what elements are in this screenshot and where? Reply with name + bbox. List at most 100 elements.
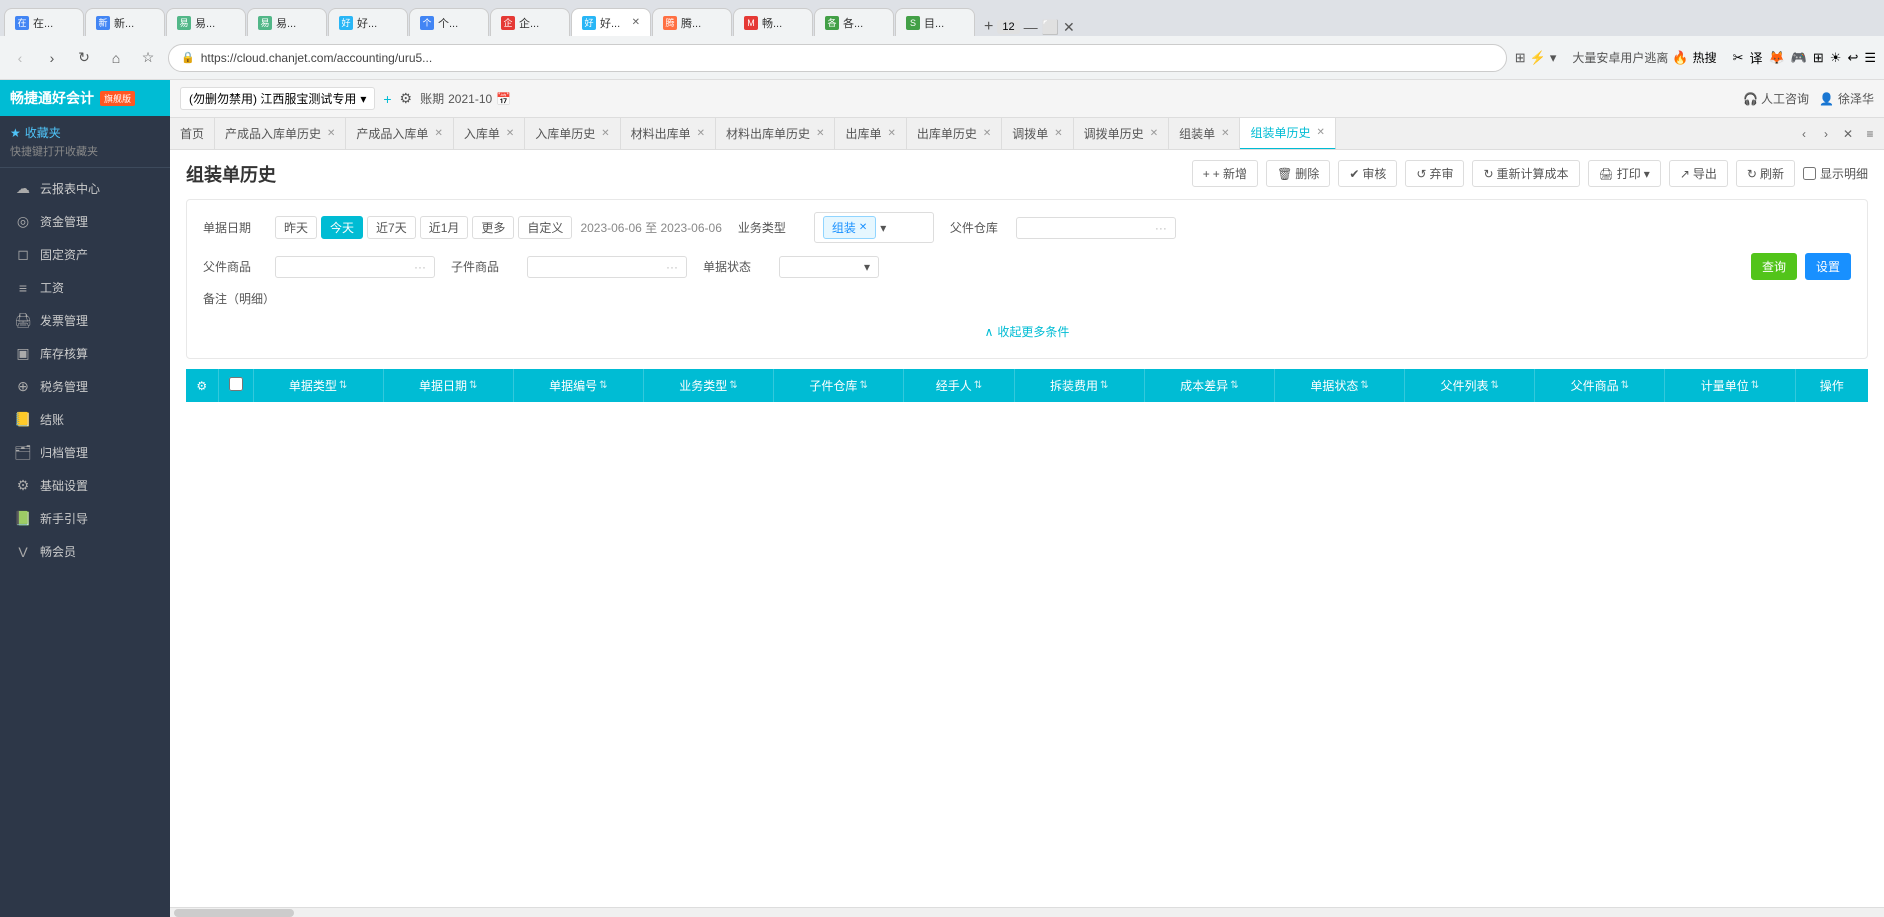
scroll-thumb[interactable] bbox=[174, 909, 294, 917]
add-btn[interactable]: + + 新增 bbox=[1192, 160, 1258, 187]
page-tab-material-out[interactable]: 材料出库单 ✕ bbox=[621, 118, 716, 150]
sidebar-item-archive[interactable]: 🗂 归档管理 bbox=[0, 436, 170, 469]
bookmark-btn[interactable]: ☆ bbox=[136, 46, 160, 70]
home-btn[interactable]: ⌂ bbox=[104, 46, 128, 70]
browser-tab-t6[interactable]: 个 个... bbox=[409, 8, 489, 36]
sidebar-item-settings[interactable]: ⚙ 基础设置 bbox=[0, 469, 170, 502]
gamepad-icon[interactable]: 🎮 bbox=[1791, 50, 1807, 66]
yesterday-btn[interactable]: 昨天 bbox=[275, 216, 317, 239]
browser-tab-t12[interactable]: S 目... bbox=[895, 8, 975, 36]
order-status-dropdown[interactable]: ▾ bbox=[779, 256, 879, 278]
show-detail-input[interactable] bbox=[1803, 167, 1816, 180]
more-btn[interactable]: 更多 bbox=[472, 216, 514, 239]
col-disassemble-cost[interactable]: 拆装费用 ⇅ bbox=[1014, 369, 1144, 402]
page-tab-material-out-history[interactable]: 材料出库单历史 ✕ bbox=[716, 118, 835, 150]
tabs-close-btn[interactable]: ✕ bbox=[1838, 124, 1858, 144]
back-btn[interactable]: ‹ bbox=[8, 46, 32, 70]
grid-icon[interactable]: ⊞ bbox=[1813, 50, 1824, 66]
tabs-more-btn[interactable]: ≡ bbox=[1860, 124, 1880, 144]
browser-tab-t4[interactable]: 易 易... bbox=[247, 8, 327, 36]
col-order-no[interactable]: 单据编号 ⇅ bbox=[513, 369, 643, 402]
sidebar-item-guide[interactable]: 📗 新手引导 bbox=[0, 502, 170, 535]
more-icon[interactable]: ··· bbox=[1155, 221, 1167, 235]
sidebar-item-inventory[interactable]: ▣ 库存核算 bbox=[0, 337, 170, 370]
brightness-icon[interactable]: ☀ bbox=[1830, 50, 1842, 66]
browser-tab-t11[interactable]: 各 各... bbox=[814, 8, 894, 36]
delete-btn[interactable]: 🗑 删除 bbox=[1266, 160, 1330, 187]
page-tab-transfer-history[interactable]: 调拨单历史 ✕ bbox=[1074, 118, 1169, 150]
page-tab-out-history[interactable]: 出库单历史 ✕ bbox=[907, 118, 1002, 150]
sidebar-item-fixed-assets[interactable]: ◻ 固定资产 bbox=[0, 238, 170, 271]
refresh-btn[interactable]: ↻ 刷新 bbox=[1736, 160, 1795, 187]
col-order-date[interactable]: 单据日期 ⇅ bbox=[383, 369, 513, 402]
page-tab-close-btn[interactable]: ✕ bbox=[434, 128, 442, 139]
page-tab-close-btn[interactable]: ✕ bbox=[327, 128, 335, 139]
query-btn[interactable]: 查询 bbox=[1751, 253, 1797, 280]
browser-tab-t10[interactable]: M 畅... bbox=[733, 8, 813, 36]
col-parent-goods[interactable]: 父件商品 ⇅ bbox=[1535, 369, 1665, 402]
page-tab-in-order[interactable]: 入库单 ✕ bbox=[454, 118, 525, 150]
filter-settings-btn[interactable]: 设置 bbox=[1805, 253, 1851, 280]
parent-warehouse-input[interactable]: ··· bbox=[1016, 217, 1176, 239]
hot-search-bar[interactable]: 大量安卓用户逃离 🔥 热搜 bbox=[1564, 47, 1724, 68]
expand-icon[interactable]: ▾ bbox=[1550, 50, 1557, 66]
new-tab-btn[interactable]: + bbox=[984, 18, 993, 36]
tabs-scroll-left-btn[interactable]: ‹ bbox=[1794, 124, 1814, 144]
company-selector[interactable]: (勿删勿禁用) 江西服宝测试专用 ▾ bbox=[180, 87, 375, 110]
tag-remove-btn[interactable]: ✕ bbox=[859, 222, 867, 233]
child-goods-input[interactable]: ··· bbox=[527, 256, 687, 278]
sidebar-item-tax[interactable]: ⊕ 税务管理 bbox=[0, 370, 170, 403]
lightning-icon[interactable]: ⚡ bbox=[1530, 50, 1546, 66]
browser-tab-t7[interactable]: 企 企... bbox=[490, 8, 570, 36]
week-btn[interactable]: 近7天 bbox=[367, 216, 416, 239]
select-all-checkbox[interactable] bbox=[229, 377, 243, 391]
export-btn[interactable]: ↗ 导出 bbox=[1669, 160, 1728, 187]
more-icon[interactable]: ··· bbox=[414, 260, 426, 274]
browser-tab-t9[interactable]: 腾 腾... bbox=[652, 8, 732, 36]
col-order-type[interactable]: 单据类型 ⇅ bbox=[253, 369, 383, 402]
col-handler[interactable]: 经手人 ⇅ bbox=[904, 369, 1014, 402]
page-tab-close-btn[interactable]: ✕ bbox=[1221, 128, 1229, 139]
col-cost-diff[interactable]: 成本差异 ⇅ bbox=[1144, 369, 1274, 402]
print-btn[interactable]: 🖨 打印 ▾ bbox=[1588, 160, 1661, 187]
page-tab-close-btn[interactable]: ✕ bbox=[1150, 128, 1158, 139]
page-tab-transfer[interactable]: 调拨单 ✕ bbox=[1002, 118, 1073, 150]
tab-count-badge[interactable]: 12 bbox=[997, 20, 1019, 34]
sidebar-item-fund[interactable]: ◎ 资金管理 bbox=[0, 205, 170, 238]
reload-btn[interactable]: ↻ bbox=[72, 46, 96, 70]
more-icon[interactable]: ··· bbox=[666, 260, 678, 274]
sidebar-item-vip[interactable]: V 畅会员 bbox=[0, 535, 170, 568]
qr-code-icon[interactable]: ⊞ bbox=[1515, 50, 1526, 66]
col-unit[interactable]: 计量单位 ⇅ bbox=[1665, 369, 1795, 402]
page-tab-close-btn[interactable]: ✕ bbox=[506, 128, 514, 139]
company-settings-icon[interactable]: ⚙ bbox=[400, 90, 413, 107]
scissors-icon[interactable]: ✂ bbox=[1733, 50, 1744, 66]
browser-tab-t1[interactable]: 在 在... bbox=[4, 8, 84, 36]
browser-tab-t5[interactable]: 好 好... bbox=[328, 8, 408, 36]
col-parent-list[interactable]: 父件列表 ⇅ bbox=[1405, 369, 1535, 402]
user-info[interactable]: 👤 徐泽华 bbox=[1819, 90, 1874, 107]
url-bar[interactable]: 🔒 https://cloud.chanjet.com/accounting/u… bbox=[168, 44, 1507, 72]
page-tab-assemble-history[interactable]: 组装单历史 ✕ bbox=[1240, 118, 1335, 150]
browser-tab-t3[interactable]: 易 易... bbox=[166, 8, 246, 36]
emoji-icon[interactable]: 🦊 bbox=[1769, 50, 1785, 66]
page-tab-close-btn[interactable]: ✕ bbox=[697, 128, 705, 139]
col-settings[interactable]: ⚙ bbox=[186, 369, 218, 402]
tabs-scroll-right-btn[interactable]: › bbox=[1816, 124, 1836, 144]
maximize-btn[interactable]: ⬜ bbox=[1042, 19, 1059, 36]
page-tab-out[interactable]: 出库单 ✕ bbox=[835, 118, 906, 150]
page-tab-close-btn[interactable]: ✕ bbox=[1054, 128, 1062, 139]
col-business-type[interactable]: 业务类型 ⇅ bbox=[643, 369, 773, 402]
page-tab-produce-in-history[interactable]: 产成品入库单历史 ✕ bbox=[215, 118, 346, 150]
menu-icon[interactable]: ☰ bbox=[1864, 50, 1876, 66]
undo-icon[interactable]: ↩ bbox=[1847, 50, 1858, 66]
favorites-btn[interactable]: ★ 收藏夹 bbox=[10, 124, 160, 141]
col-checkbox[interactable] bbox=[218, 369, 253, 402]
parent-goods-input[interactable]: ··· bbox=[275, 256, 435, 278]
recalc-btn[interactable]: ↻ 重新计算成本 bbox=[1472, 160, 1579, 187]
minimize-btn[interactable]: — bbox=[1024, 19, 1038, 35]
page-tab-produce-in[interactable]: 产成品入库单 ✕ bbox=[346, 118, 453, 150]
translate-icon[interactable]: 译 bbox=[1749, 48, 1762, 67]
page-tab-close-btn[interactable]: ✕ bbox=[601, 128, 609, 139]
add-company-btn[interactable]: + bbox=[383, 91, 391, 107]
